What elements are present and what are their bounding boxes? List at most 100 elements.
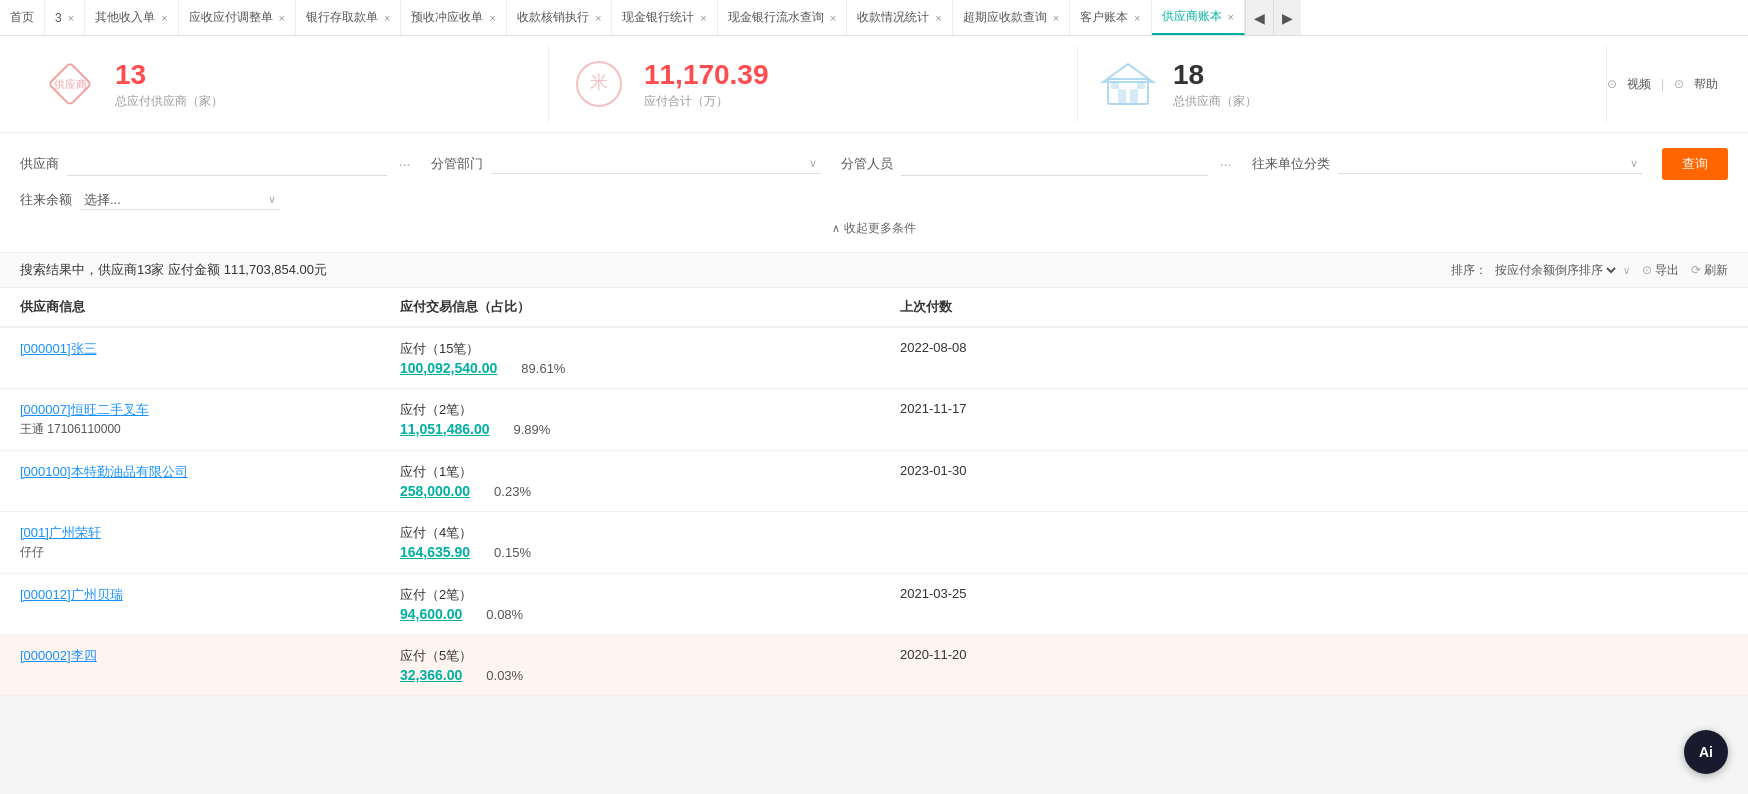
header-transaction: 应付交易信息（占比） <box>400 298 900 316</box>
trans-label: 应付（4笔） <box>400 525 472 540</box>
table-row[interactable]: [000012]广州贝瑞 应付（2笔） 94,600.00 0.08% 2021… <box>0 574 1748 635</box>
result-bar: 搜索结果中，供应商13家 应付金额 111,703,854.00元 排序： 按应… <box>0 253 1748 288</box>
nav-receipt-verify[interactable]: 收款核销执行 × <box>507 0 612 35</box>
filter-supplier: 供应商 ··· <box>20 152 411 176</box>
last-pay: 2023-01-30 <box>900 463 1728 478</box>
person-label: 分管人员 <box>841 155 893 173</box>
filter-person: 分管人员 ··· <box>841 152 1232 176</box>
supplier-info: [000012]广州贝瑞 <box>20 586 400 604</box>
result-actions: 排序： 按应付余额倒序排序 ∨ ⊙ 导出 ⟳ 刷新 <box>1451 262 1728 279</box>
supplier-link[interactable]: [000100]本特勤油品有限公司 <box>20 463 400 481</box>
supplier-link[interactable]: [000012]广州贝瑞 <box>20 586 400 604</box>
nav-supplier-account[interactable]: 供应商账本 × <box>1152 0 1245 35</box>
supplier-sub: 王通 17106110000 <box>20 421 400 438</box>
stat-total-suppliers: 18 总供应商（家） <box>1078 46 1607 122</box>
supplier-label: 供应商 <box>20 155 59 173</box>
table-row[interactable]: [000007]恒旺二手叉车 王通 17106110000 应付（2笔） 11,… <box>0 389 1748 451</box>
supplier-info: [000002]李四 <box>20 647 400 665</box>
total-suppliers-label: 总供应商（家） <box>1173 93 1257 110</box>
filter-dept: 分管部门 ∨ <box>431 154 822 174</box>
nav-close-advance[interactable]: × <box>489 12 495 24</box>
table-row[interactable]: [001]广州荣轩 仔仔 应付（4笔） 164,635.90 0.15% <box>0 512 1748 574</box>
transaction-info: 应付（4笔） 164,635.90 0.15% <box>400 524 900 560</box>
stat-payable-amount: 米 11,170.39 应付合计（万） <box>549 46 1078 122</box>
separator: | <box>1661 77 1664 91</box>
refresh-button[interactable]: ⟳ 刷新 <box>1691 262 1728 279</box>
nav-tab-3[interactable]: 3 × <box>45 0 85 35</box>
nav-scroll-right[interactable]: ▶ <box>1273 0 1301 35</box>
sort-arrow-icon: ∨ <box>1623 265 1630 276</box>
nav-close-overdue-query[interactable]: × <box>1053 12 1059 24</box>
trans-amount[interactable]: 11,051,486.00 <box>400 421 490 437</box>
person-input[interactable] <box>901 152 1208 176</box>
table-row[interactable]: [000001]张三 应付（15笔） 100,092,540.00 89.61%… <box>0 328 1748 389</box>
sort-select[interactable]: 按应付余额倒序排序 <box>1491 262 1619 278</box>
trans-amount[interactable]: 32,366.00 <box>400 667 462 683</box>
nav-close-customer-account[interactable]: × <box>1134 12 1140 24</box>
balance-label: 往来余额 <box>20 191 72 209</box>
last-pay: 2022-08-08 <box>900 340 1728 355</box>
dept-select-wrap: ∨ <box>491 154 822 174</box>
person-dots[interactable]: ··· <box>1220 156 1232 172</box>
category-select[interactable] <box>1342 156 1639 171</box>
nav-close-receipt-stat[interactable]: × <box>935 12 941 24</box>
nav-close-cash-bank-flow[interactable]: × <box>830 12 836 24</box>
supplier-dots[interactable]: ··· <box>399 156 411 172</box>
help-link[interactable]: 帮助 <box>1694 76 1718 93</box>
trans-amount[interactable]: 94,600.00 <box>400 606 462 622</box>
nav-close-bank-deposit[interactable]: × <box>384 12 390 24</box>
chevron-up-icon: ∧ <box>832 222 840 235</box>
circle-icon: ⊙ <box>1607 77 1617 91</box>
trans-amount[interactable]: 100,092,540.00 <box>400 360 497 376</box>
nav-close-supplier-account[interactable]: × <box>1228 11 1234 23</box>
nav-home[interactable]: 首页 <box>0 0 45 35</box>
export-button[interactable]: ⊙ 导出 <box>1642 262 1679 279</box>
nav-customer-account[interactable]: 客户账本 × <box>1070 0 1151 35</box>
collapse-button[interactable]: ∧ 收起更多条件 <box>832 220 916 237</box>
nav-close-tab3[interactable]: × <box>68 12 74 24</box>
refresh-icon: ⟳ <box>1691 263 1701 277</box>
table-row[interactable]: [000100]本特勤油品有限公司 应付（1笔） 258,000.00 0.23… <box>0 451 1748 512</box>
supplier-link[interactable]: [000001]张三 <box>20 340 400 358</box>
nav-scroll-left[interactable]: ◀ <box>1245 0 1273 35</box>
filter-category: 往来单位分类 ∨ <box>1252 154 1643 174</box>
trans-amount[interactable]: 258,000.00 <box>400 483 470 499</box>
stats-row: 供应商 13 总应付供应商（家） 米 11,170.39 应付合计（万） <box>0 36 1748 133</box>
nav-ap-adjust[interactable]: 应收应付调整单 × <box>179 0 296 35</box>
header-supplier: 供应商信息 <box>20 298 400 316</box>
dept-select[interactable] <box>495 156 818 171</box>
nav-other-income[interactable]: 其他收入单 × <box>85 0 178 35</box>
nav-overdue-query[interactable]: 超期应收款查询 × <box>953 0 1070 35</box>
last-pay: 2021-03-25 <box>900 586 1728 601</box>
nav-advance[interactable]: 预收冲应收单 × <box>401 0 506 35</box>
trans-label: 应付（15笔） <box>400 341 479 356</box>
filter-balance: 往来余额 选择... ∨ <box>20 190 1728 210</box>
supplier-input[interactable] <box>67 152 387 176</box>
nav-close-ap-adjust[interactable]: × <box>279 12 285 24</box>
total-suppliers-number: 18 <box>1173 59 1257 91</box>
search-button[interactable]: 查询 <box>1662 148 1728 180</box>
svg-rect-8 <box>1111 82 1119 89</box>
nav-close-cash-bank-stat[interactable]: × <box>700 12 706 24</box>
nav-cash-bank-stat[interactable]: 现金银行统计 × <box>612 0 717 35</box>
supplier-info: [001]广州荣轩 仔仔 <box>20 524 400 561</box>
svg-rect-7 <box>1130 89 1138 104</box>
payable-suppliers-label: 总应付供应商（家） <box>115 93 223 110</box>
nav-receipt-stat[interactable]: 收款情况统计 × <box>847 0 952 35</box>
transaction-info: 应付（5笔） 32,366.00 0.03% <box>400 647 900 683</box>
supplier-link[interactable]: [000007]恒旺二手叉车 <box>20 401 400 419</box>
supplier-link[interactable]: [000002]李四 <box>20 647 400 665</box>
supplier-link[interactable]: [001]广州荣轩 <box>20 524 400 542</box>
nav-close-other-income[interactable]: × <box>161 12 167 24</box>
trans-pct: 0.15% <box>494 545 531 560</box>
trans-label: 应付（5笔） <box>400 648 472 663</box>
svg-rect-6 <box>1118 89 1126 104</box>
trans-amount[interactable]: 164,635.90 <box>400 544 470 560</box>
table-row[interactable]: [000002]李四 应付（5笔） 32,366.00 0.03% 2020-1… <box>0 635 1748 696</box>
nav-cash-bank-flow[interactable]: 现金银行流水查询 × <box>718 0 847 35</box>
balance-select[interactable]: 选择... <box>84 192 276 207</box>
nav-bank-deposit[interactable]: 银行存取款单 × <box>296 0 401 35</box>
nav-close-receipt-verify[interactable]: × <box>595 12 601 24</box>
video-link[interactable]: 视频 <box>1627 76 1651 93</box>
data-table: 供应商信息 应付交易信息（占比） 上次付数 [000001]张三 应付（15笔）… <box>0 288 1748 696</box>
